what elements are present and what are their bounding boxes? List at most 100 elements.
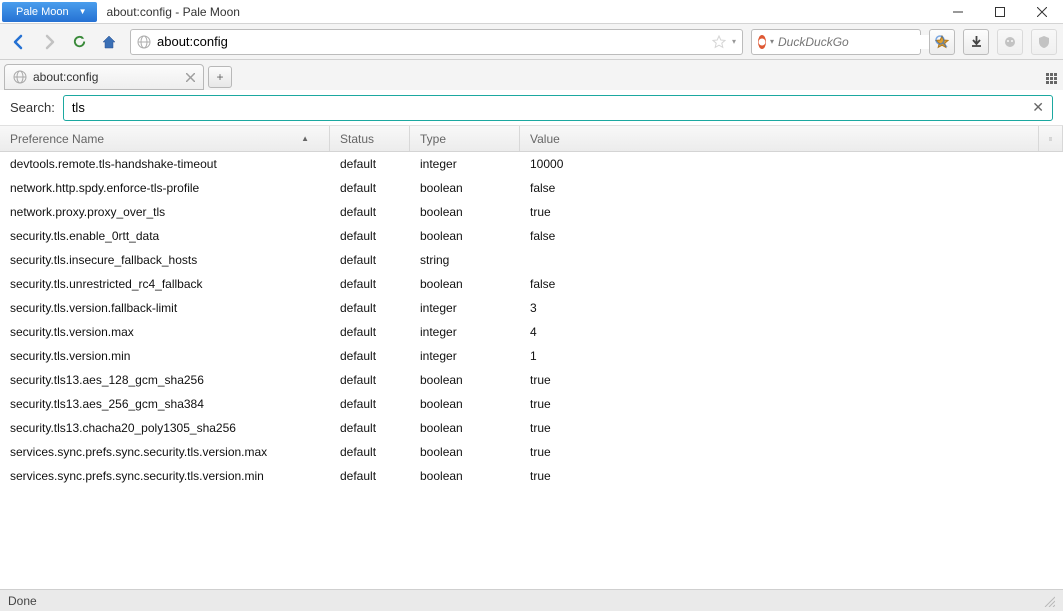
pref-status: default bbox=[330, 157, 410, 171]
pref-value: true bbox=[520, 397, 1063, 411]
table-row[interactable]: security.tls.enable_0rtt_datadefaultbool… bbox=[0, 224, 1063, 248]
search-bar[interactable]: ▾ bbox=[751, 29, 921, 55]
pref-type: boolean bbox=[410, 445, 520, 459]
search-go-icon[interactable] bbox=[935, 35, 948, 48]
table-row[interactable]: devtools.remote.tls-handshake-timeoutdef… bbox=[0, 152, 1063, 176]
table-row[interactable]: security.tls.insecure_fallback_hostsdefa… bbox=[0, 248, 1063, 272]
pref-value: true bbox=[520, 373, 1063, 387]
pref-name: security.tls.version.fallback-limit bbox=[0, 301, 330, 315]
ublock-button[interactable] bbox=[1031, 29, 1057, 55]
pref-value: true bbox=[520, 205, 1063, 219]
status-bar: Done bbox=[0, 589, 1063, 611]
pref-status: default bbox=[330, 373, 410, 387]
pref-value: false bbox=[520, 181, 1063, 195]
url-input[interactable] bbox=[157, 34, 712, 49]
globe-icon bbox=[13, 70, 27, 84]
pref-value: 4 bbox=[520, 325, 1063, 339]
pref-type: boolean bbox=[410, 205, 520, 219]
pref-status: default bbox=[330, 349, 410, 363]
config-search-input[interactable] bbox=[72, 100, 1032, 115]
pref-type: boolean bbox=[410, 373, 520, 387]
reload-button[interactable] bbox=[66, 29, 92, 55]
pref-status: default bbox=[330, 253, 410, 267]
pref-status: default bbox=[330, 445, 410, 459]
table-row[interactable]: security.tls13.aes_128_gcm_sha256default… bbox=[0, 368, 1063, 392]
downloads-button[interactable] bbox=[963, 29, 989, 55]
column-header-name[interactable]: Preference Name▲ bbox=[0, 126, 330, 151]
table-row[interactable]: security.tls.version.fallback-limitdefau… bbox=[0, 296, 1063, 320]
chevron-down-icon: ▼ bbox=[79, 7, 87, 16]
minimize-button[interactable] bbox=[937, 0, 979, 24]
pref-type: integer bbox=[410, 349, 520, 363]
pref-name: security.tls.version.max bbox=[0, 325, 330, 339]
pref-value: true bbox=[520, 445, 1063, 459]
pref-value: true bbox=[520, 469, 1063, 483]
maximize-button[interactable] bbox=[979, 0, 1021, 24]
pref-name: security.tls.insecure_fallback_hosts bbox=[0, 253, 330, 267]
tab-aboutconfig[interactable]: about:config bbox=[4, 64, 204, 90]
url-bar[interactable]: ▾ bbox=[130, 29, 743, 55]
tab-strip: about:config + bbox=[0, 60, 1063, 90]
table-row[interactable]: network.http.spdy.enforce-tls-profiledef… bbox=[0, 176, 1063, 200]
back-button[interactable] bbox=[6, 29, 32, 55]
home-button[interactable] bbox=[96, 29, 122, 55]
table-row[interactable]: security.tls13.aes_256_gcm_sha384default… bbox=[0, 392, 1063, 416]
pref-name: network.proxy.proxy_over_tls bbox=[0, 205, 330, 219]
clear-search-icon[interactable]: ✕ bbox=[1032, 99, 1044, 116]
forward-button[interactable] bbox=[36, 29, 62, 55]
pref-status: default bbox=[330, 421, 410, 435]
pref-type: boolean bbox=[410, 421, 520, 435]
pref-status: default bbox=[330, 301, 410, 315]
pref-type: integer bbox=[410, 301, 520, 315]
column-picker-button[interactable] bbox=[1039, 126, 1063, 151]
dropdown-marker-icon[interactable]: ▾ bbox=[732, 37, 736, 46]
new-tab-button[interactable]: + bbox=[208, 66, 232, 88]
pref-status: default bbox=[330, 277, 410, 291]
globe-icon bbox=[137, 35, 151, 49]
engine-dropdown-icon[interactable]: ▾ bbox=[770, 37, 774, 46]
pref-status: default bbox=[330, 469, 410, 483]
greasemonkey-button[interactable] bbox=[997, 29, 1023, 55]
pref-type: integer bbox=[410, 325, 520, 339]
table-row[interactable]: security.tls.version.maxdefaultinteger4 bbox=[0, 320, 1063, 344]
pref-type: boolean bbox=[410, 277, 520, 291]
close-button[interactable] bbox=[1021, 0, 1063, 24]
pref-name: services.sync.prefs.sync.security.tls.ve… bbox=[0, 469, 330, 483]
bookmark-star-icon[interactable] bbox=[712, 35, 726, 49]
all-tabs-button[interactable] bbox=[1045, 72, 1057, 84]
pref-value: 1 bbox=[520, 349, 1063, 363]
search-engine-input[interactable] bbox=[778, 35, 935, 49]
resize-grip-icon[interactable] bbox=[1043, 595, 1055, 607]
column-header-status[interactable]: Status bbox=[330, 126, 410, 151]
table-row[interactable]: services.sync.prefs.sync.security.tls.ve… bbox=[0, 464, 1063, 488]
window-controls bbox=[937, 0, 1063, 24]
table-row[interactable]: network.proxy.proxy_over_tlsdefaultboole… bbox=[0, 200, 1063, 224]
navigation-toolbar: ▾ ▾ bbox=[0, 24, 1063, 60]
pref-type: string bbox=[410, 253, 520, 267]
config-search-row: Search: ✕ bbox=[0, 90, 1063, 126]
table-row[interactable]: security.tls13.chacha20_poly1305_sha256d… bbox=[0, 416, 1063, 440]
pref-name: security.tls13.chacha20_poly1305_sha256 bbox=[0, 421, 330, 435]
duckduckgo-icon bbox=[758, 35, 766, 49]
pref-value: 10000 bbox=[520, 157, 1063, 171]
pref-name: security.tls.version.min bbox=[0, 349, 330, 363]
table-row[interactable]: security.tls.version.mindefaultinteger1 bbox=[0, 344, 1063, 368]
pref-name: network.http.spdy.enforce-tls-profile bbox=[0, 181, 330, 195]
preference-table-body: devtools.remote.tls-handshake-timeoutdef… bbox=[0, 152, 1063, 589]
column-header-row: Preference Name▲ Status Type Value bbox=[0, 126, 1063, 152]
column-header-type[interactable]: Type bbox=[410, 126, 520, 151]
pref-type: boolean bbox=[410, 397, 520, 411]
column-header-value[interactable]: Value bbox=[520, 126, 1039, 151]
table-row[interactable]: security.tls.unrestricted_rc4_fallbackde… bbox=[0, 272, 1063, 296]
status-text: Done bbox=[8, 594, 37, 608]
app-menu-button[interactable]: Pale Moon ▼ bbox=[2, 2, 97, 22]
pref-type: integer bbox=[410, 157, 520, 171]
pref-name: security.tls.unrestricted_rc4_fallback bbox=[0, 277, 330, 291]
table-row[interactable]: services.sync.prefs.sync.security.tls.ve… bbox=[0, 440, 1063, 464]
config-search-field[interactable]: ✕ bbox=[63, 95, 1053, 121]
pref-value: false bbox=[520, 277, 1063, 291]
titlebar: Pale Moon ▼ about:config - Pale Moon bbox=[0, 0, 1063, 24]
pref-name: security.tls13.aes_256_gcm_sha384 bbox=[0, 397, 330, 411]
tab-close-icon[interactable] bbox=[186, 73, 195, 82]
pref-name: services.sync.prefs.sync.security.tls.ve… bbox=[0, 445, 330, 459]
